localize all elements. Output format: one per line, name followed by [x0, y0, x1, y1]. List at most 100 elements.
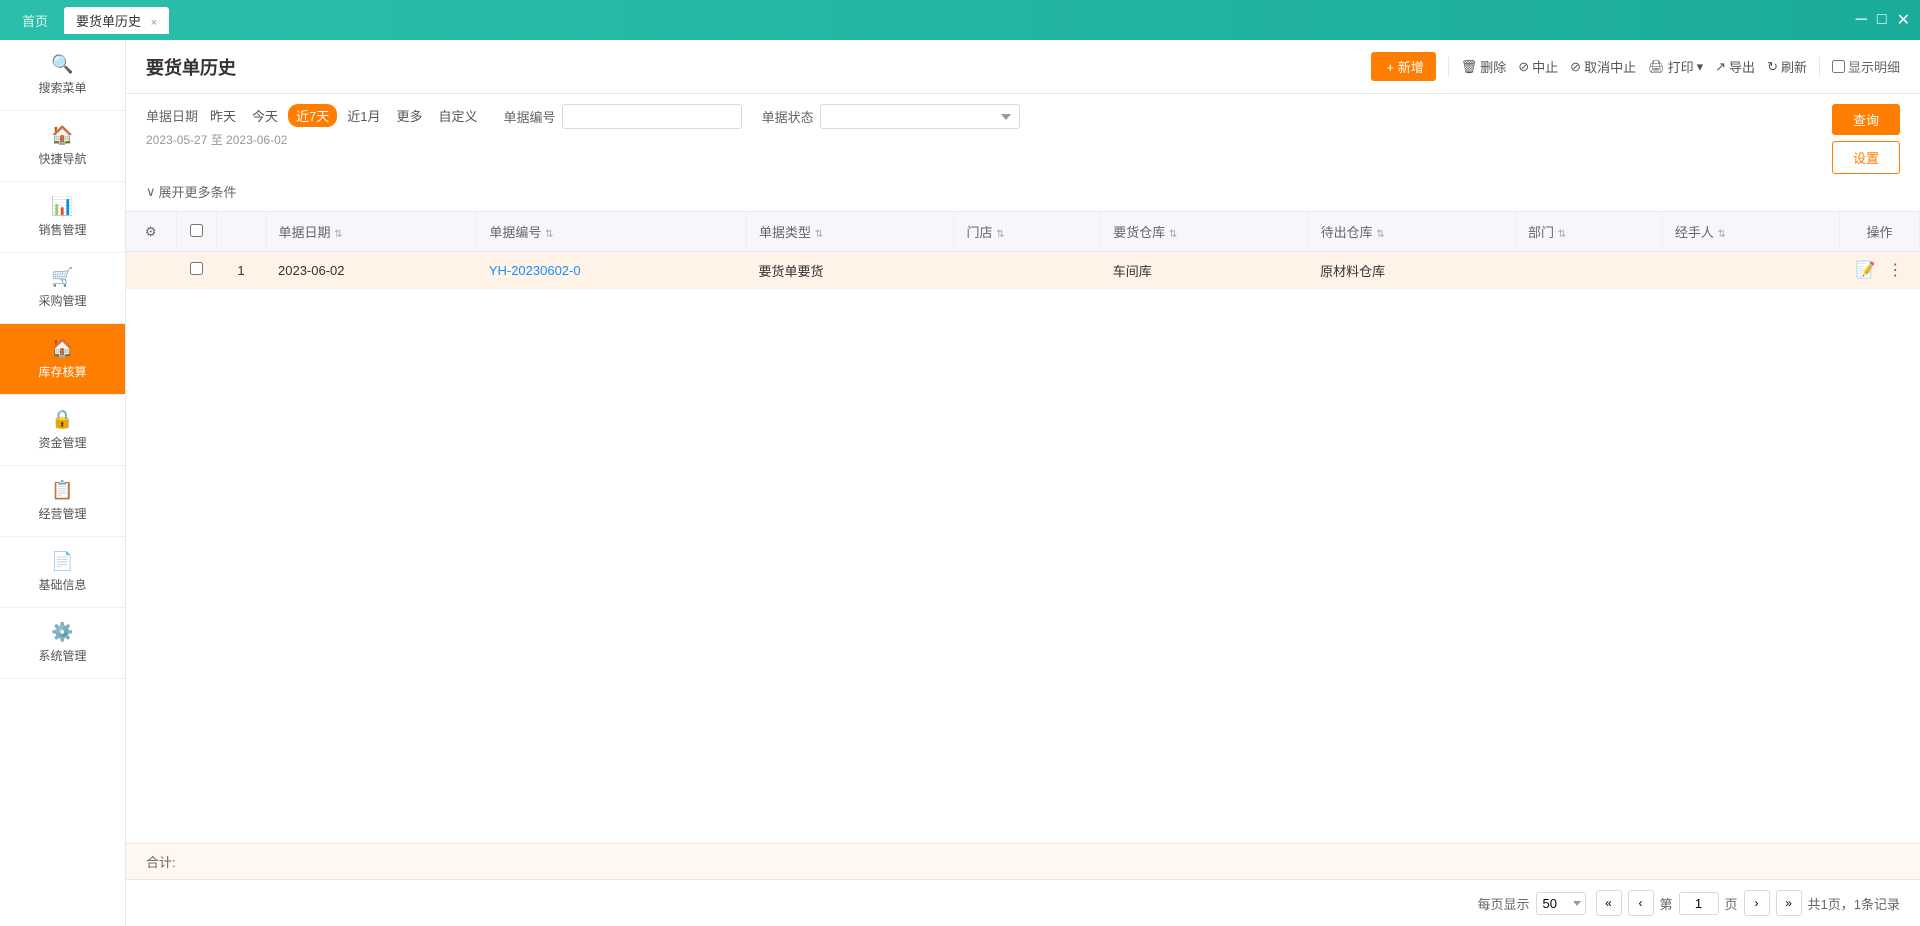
per-page-select[interactable]: 20 50 100 200: [1536, 892, 1586, 915]
refresh-button[interactable]: ↻ 刷新: [1767, 57, 1807, 76]
date-more[interactable]: 更多: [391, 104, 429, 127]
tab-home[interactable]: 首页: [10, 7, 60, 34]
divider: [1448, 57, 1449, 77]
row-pending-warehouse-cell: 原材料仓库: [1308, 252, 1515, 289]
lock-icon: 🔒: [51, 409, 73, 430]
per-page-group: 每页显示 20 50 100 200: [1477, 892, 1585, 915]
row-edit-icon[interactable]: 📝: [1852, 260, 1880, 281]
filter-settings-button[interactable]: 设置: [1832, 141, 1900, 174]
col-type[interactable]: 单据类型 ⇅: [747, 212, 954, 252]
col-settings: ⚙: [126, 212, 176, 252]
sidebar-item-search[interactable]: 🔍 搜索菜单: [0, 40, 125, 111]
row-order-no-cell: YH-20230602-0: [477, 252, 747, 289]
date-7days[interactable]: 近7天: [288, 104, 337, 127]
page-unit-label: 页: [1725, 894, 1738, 913]
search-icon: 🔍: [51, 54, 73, 75]
row-num-cell: 1: [216, 252, 266, 289]
top-bar-right: ─ □ ✕: [1856, 10, 1910, 30]
export-button[interactable]: ↗ 导出: [1715, 57, 1755, 76]
window-close-icon[interactable]: ✕: [1897, 10, 1910, 30]
row-warehouse-cell: 车间库: [1101, 252, 1308, 289]
row-more-icon[interactable]: ⋮: [1883, 260, 1907, 281]
status-filter-group: 单据状态: [762, 104, 1020, 129]
col-date[interactable]: 单据日期 ⇅: [266, 212, 477, 252]
sidebar-item-basic[interactable]: 📄 基础信息: [0, 537, 125, 608]
sidebar-item-inventory[interactable]: 🏠 库存核算: [0, 324, 125, 395]
export-icon: ↗: [1715, 59, 1726, 75]
page-number-input[interactable]: [1679, 892, 1719, 915]
main-layout: 🔍 搜索菜单 🏠 快捷导航 📊 销售管理 🛒 采购管理 🏠 库存核算 🔒 资金管…: [0, 40, 1920, 926]
sidebar-item-system[interactable]: ⚙️ 系统管理: [0, 608, 125, 679]
sidebar-item-sales[interactable]: 📊 销售管理: [0, 182, 125, 253]
col-handler[interactable]: 经手人 ⇅: [1662, 212, 1839, 252]
new-button[interactable]: + 新增: [1371, 52, 1435, 81]
delete-icon: 🗑: [1461, 59, 1478, 75]
divider2: [1819, 57, 1820, 77]
table-container: ⚙ 单据日期 ⇅ 单据编号 ⇅: [126, 212, 1920, 843]
col-store[interactable]: 门店 ⇅: [954, 212, 1101, 252]
minimize-icon[interactable]: ─: [1856, 11, 1867, 29]
row-type-cell: 要货单要货: [747, 252, 954, 289]
col-operation: 操作: [1840, 212, 1920, 252]
cancel-stop-button[interactable]: ⊘ 取消中止: [1570, 57, 1636, 76]
close-tab-icon[interactable]: ×: [151, 17, 157, 29]
col-department[interactable]: 部门 ⇅: [1516, 212, 1663, 252]
col-order-no[interactable]: 单据编号 ⇅: [477, 212, 747, 252]
col-warehouse[interactable]: 要货仓库 ⇅: [1101, 212, 1308, 252]
tab-list: 首页 要货单历史 ×: [10, 7, 169, 34]
row-handler-cell: [1662, 252, 1839, 289]
status-label: 单据状态: [762, 107, 814, 126]
expand-more-btn[interactable]: ∨ 展开更多条件: [146, 182, 1900, 201]
row-store-cell: [954, 252, 1101, 289]
date-today[interactable]: 今天: [246, 104, 284, 127]
stop-button[interactable]: ⊘ 中止: [1518, 57, 1558, 76]
print-button[interactable]: 🖨 打印 ▾: [1648, 57, 1703, 76]
clipboard-icon: 📋: [51, 480, 73, 501]
row-checkbox-cell: [176, 252, 216, 289]
date-yesterday[interactable]: 昨天: [204, 104, 242, 127]
order-no-input[interactable]: [562, 104, 742, 129]
query-button[interactable]: 查询: [1832, 104, 1900, 135]
order-no-link[interactable]: YH-20230602-0: [489, 263, 581, 278]
page-header: 要货单历史 + 新增 🗑 删除 ⊘ 中止 ⊘ 取消中止: [126, 40, 1920, 94]
row-checkbox[interactable]: [190, 262, 203, 275]
table-header-row: ⚙ 单据日期 ⇅ 单据编号 ⇅: [126, 212, 1920, 252]
data-table: ⚙ 单据日期 ⇅ 单据编号 ⇅: [126, 212, 1920, 289]
sidebar-item-operations[interactable]: 📋 经营管理: [0, 466, 125, 537]
pagination-bar: 每页显示 20 50 100 200 « ‹ 第 页 › » 共1页，1条记录: [126, 879, 1920, 926]
filter-bar: 单据日期 昨天 今天 近7天 近1月 更多 自定义 2023-05-27 至 2…: [126, 94, 1920, 212]
display-grid-toggle[interactable]: 显示明细: [1832, 57, 1900, 76]
pagination-controls: « ‹ 第 页 › » 共1页，1条记录: [1596, 890, 1901, 916]
sidebar-item-purchase[interactable]: 🛒 采购管理: [0, 253, 125, 324]
last-page-btn[interactable]: »: [1776, 890, 1802, 916]
table-row: 1 2023-06-02 YH-20230602-0 要货单要货 车间库 原材料…: [126, 252, 1920, 289]
expand-icon: ∨: [146, 184, 156, 200]
sidebar-item-finance[interactable]: 🔒 资金管理: [0, 395, 125, 466]
sidebar-item-shortcut[interactable]: 🏠 快捷导航: [0, 111, 125, 182]
order-no-filter-group: 单据编号: [504, 104, 742, 129]
row-department-cell: [1516, 252, 1663, 289]
col-num: [216, 212, 266, 252]
maximize-icon[interactable]: □: [1877, 11, 1887, 29]
content-area: 要货单历史 + 新增 🗑 删除 ⊘ 中止 ⊘ 取消中止: [126, 40, 1920, 926]
first-page-btn[interactable]: «: [1596, 890, 1622, 916]
date-custom[interactable]: 自定义: [433, 104, 484, 127]
sort-pending-icon: ⇅: [1376, 229, 1384, 240]
display-grid-checkbox[interactable]: [1832, 60, 1845, 73]
delete-button[interactable]: 🗑 删除: [1461, 57, 1507, 76]
table-footer: 合计:: [126, 843, 1920, 879]
date-1month[interactable]: 近1月: [341, 104, 386, 127]
prev-page-btn[interactable]: ‹: [1628, 890, 1654, 916]
next-page-btn[interactable]: ›: [1744, 890, 1770, 916]
sidebar: 🔍 搜索菜单 🏠 快捷导航 📊 销售管理 🛒 采购管理 🏠 库存核算 🔒 资金管…: [0, 40, 126, 926]
date-range-display: 2023-05-27 至 2023-06-02: [146, 131, 484, 148]
col-checkbox: [176, 212, 216, 252]
page-go-label: 第: [1660, 894, 1673, 913]
tab-history[interactable]: 要货单历史 ×: [64, 7, 169, 34]
status-select[interactable]: [820, 104, 1020, 129]
select-all-checkbox[interactable]: [190, 224, 203, 237]
chart-icon: 📊: [51, 196, 73, 217]
page-info: 共1页，1条记录: [1808, 894, 1900, 913]
col-pending-warehouse[interactable]: 待出仓库 ⇅: [1308, 212, 1515, 252]
gear-icon: ⚙️: [51, 622, 73, 643]
